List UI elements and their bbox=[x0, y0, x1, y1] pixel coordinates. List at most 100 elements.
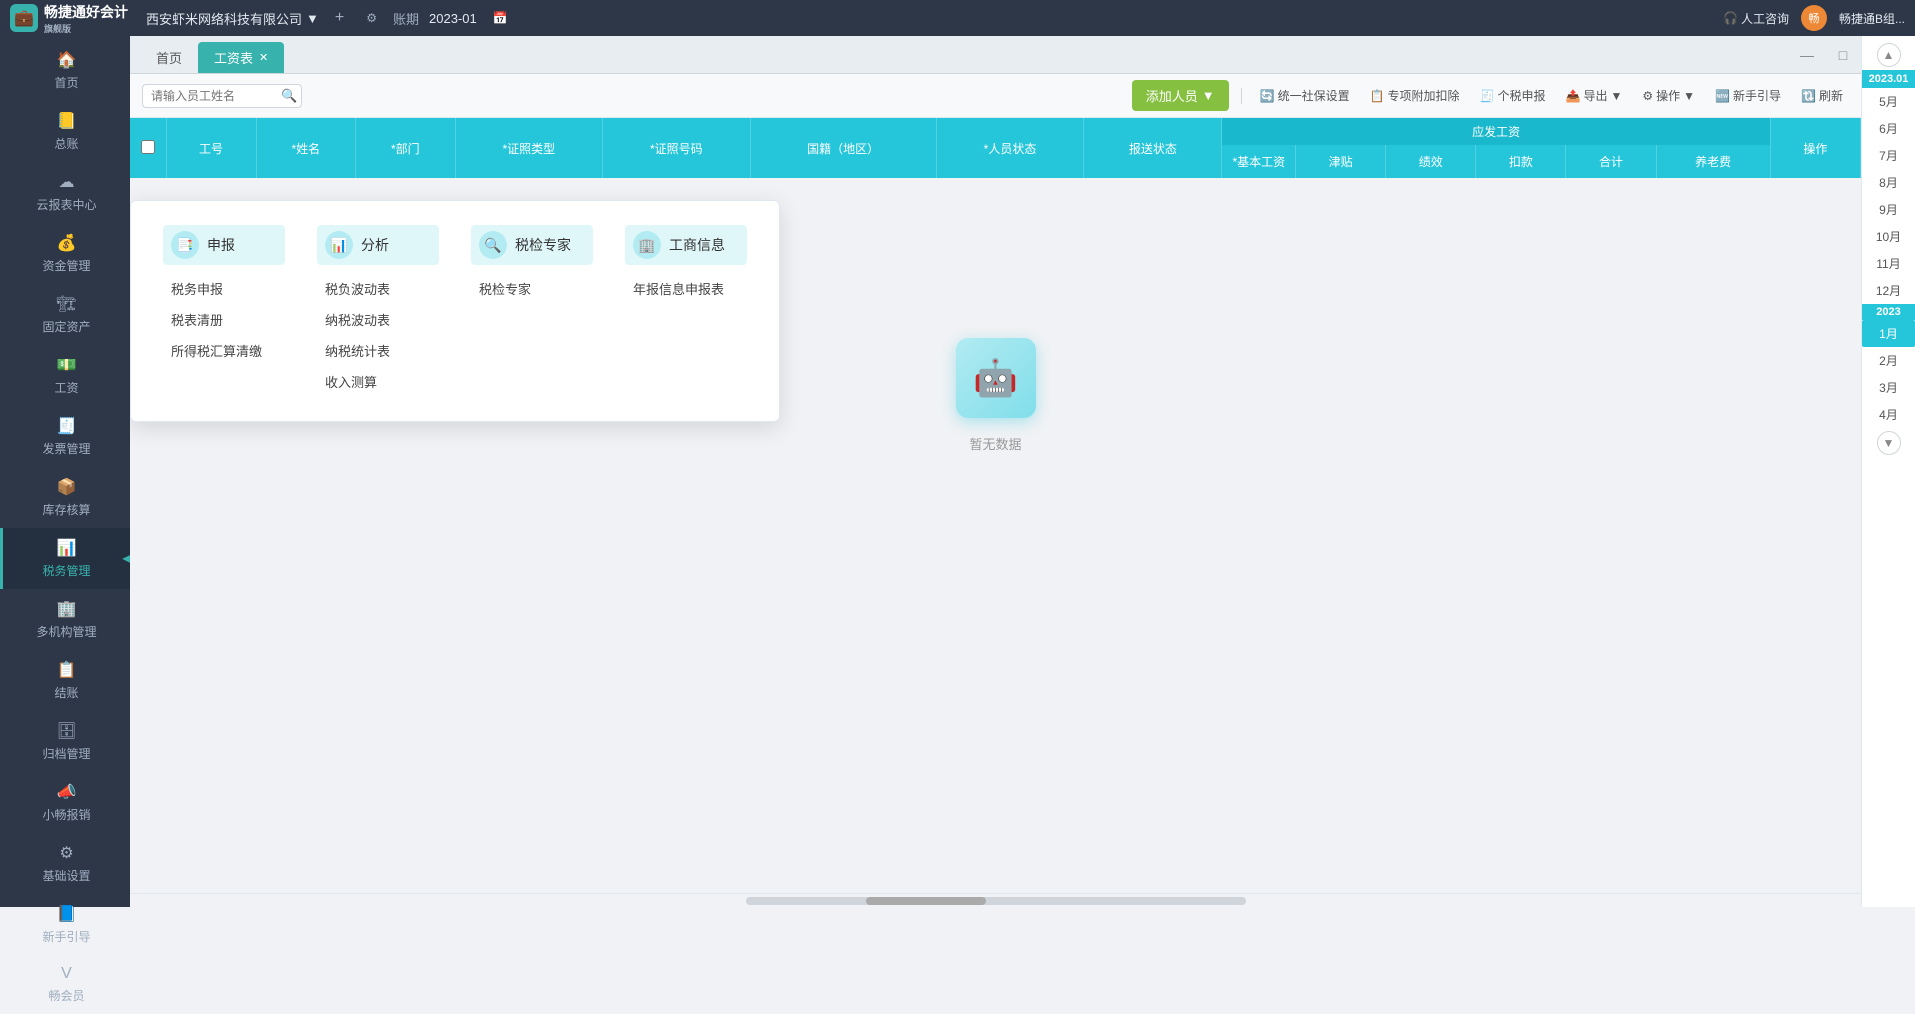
date-month-7[interactable]: 7月 bbox=[1862, 142, 1915, 169]
employee-table: 工号 *姓名 *部门 *证照类型 *证照号码 国籍（地区） *人员状态 报送状态… bbox=[130, 118, 1861, 178]
tab-salary[interactable]: 工资表 ✕ bbox=[198, 42, 284, 73]
popup-section-title-shenb: 📑 申报 bbox=[163, 225, 285, 265]
sidebar-item-archive[interactable]: 🗄 归档管理 bbox=[0, 711, 130, 772]
horizontal-scrollbar[interactable] bbox=[746, 897, 1246, 905]
date-nav-up[interactable]: ▲ bbox=[1877, 43, 1901, 67]
popup-item-tax-burden[interactable]: 税负波动表 bbox=[317, 273, 439, 304]
export-icon: 📤 bbox=[1566, 89, 1581, 103]
popup-item-tax-table[interactable]: 税表清册 bbox=[163, 304, 285, 335]
sidebar-item-label: 发票管理 bbox=[42, 440, 90, 457]
popup-item-tax-stats[interactable]: 纳税统计表 bbox=[317, 335, 439, 366]
sidebar-item-label: 云报表中心 bbox=[36, 196, 96, 213]
expense-icon: 📣 bbox=[57, 782, 77, 802]
deduction-label: 专项附加扣除 bbox=[1388, 87, 1460, 104]
select-all-checkbox[interactable] bbox=[141, 140, 155, 154]
consult-btn[interactable]: 🎧 人工咨询 bbox=[1723, 10, 1789, 27]
period-label: 账期 bbox=[393, 9, 419, 28]
user-avatar[interactable]: 畅 bbox=[1801, 5, 1827, 31]
popup-section-fenxi: 📊 分析 税负波动表 纳税波动表 纳税统计表 收入测算 bbox=[301, 217, 455, 405]
popup-section-title-gsxx: 🏢 工商信息 bbox=[625, 225, 747, 265]
deduction-icon: 📋 bbox=[1370, 89, 1385, 103]
date-month-5[interactable]: 5月 bbox=[1862, 88, 1915, 115]
date-month-9[interactable]: 9月 bbox=[1862, 196, 1915, 223]
scrollbar-thumb[interactable] bbox=[866, 897, 986, 905]
top-bar-right: 🎧 人工咨询 畅 畅捷通B组... bbox=[1723, 5, 1905, 31]
maximize-button[interactable]: □ bbox=[1825, 36, 1861, 74]
settings-button[interactable]: ⚙ bbox=[360, 7, 383, 29]
th-performance: 绩效 bbox=[1386, 145, 1476, 178]
th-deduction: 扣款 bbox=[1476, 145, 1566, 178]
year-label-2023: 2023 bbox=[1862, 304, 1915, 320]
sidebar-item-inventory[interactable]: 📦 库存核算 bbox=[0, 467, 130, 528]
minimize-button[interactable]: — bbox=[1789, 36, 1825, 74]
refresh-icon: 🔃 bbox=[1801, 89, 1816, 103]
export-button[interactable]: 📤 导出 ▼ bbox=[1560, 83, 1629, 108]
window-controls: — □ bbox=[1789, 36, 1861, 74]
date-month-11[interactable]: 11月 bbox=[1862, 250, 1915, 277]
main-layout: 🏠 首页 📒 总账 ☁ 云报表中心 💰 资金管理 🏗 固定资产 💵 工资 🧾 发… bbox=[0, 36, 1915, 907]
refresh-label: 刷新 bbox=[1819, 87, 1843, 104]
scrollbar-area bbox=[130, 893, 1861, 907]
operation-label: 操作 bbox=[1656, 87, 1680, 104]
th-region: 国籍（地区） bbox=[750, 118, 936, 178]
date-month-4[interactable]: 4月 bbox=[1862, 401, 1915, 428]
tab-home[interactable]: 首页 bbox=[140, 42, 198, 73]
sidebar-item-label: 资金管理 bbox=[42, 257, 90, 274]
assets-icon: 🏗 bbox=[56, 294, 76, 314]
calendar-button[interactable]: 📅 bbox=[487, 7, 514, 29]
date-month-1[interactable]: 1月 bbox=[1862, 320, 1915, 347]
sidebar-item-cloud[interactable]: ☁ 云报表中心 bbox=[0, 162, 130, 223]
date-month-10[interactable]: 10月 bbox=[1862, 223, 1915, 250]
logo-icon: 💼 bbox=[10, 4, 38, 32]
social-security-button[interactable]: 🔄 统一社保设置 bbox=[1254, 83, 1356, 108]
sidebar-item-ledger[interactable]: 📒 总账 bbox=[0, 101, 130, 162]
sidebar-item-member[interactable]: V 畅会员 bbox=[0, 955, 130, 1014]
sidebar-item-invoice[interactable]: 🧾 发票管理 bbox=[0, 406, 130, 467]
shenb-label: 申报 bbox=[207, 235, 235, 255]
popup-item-annual-report[interactable]: 年报信息申报表 bbox=[625, 273, 747, 304]
th-total: 合计 bbox=[1566, 145, 1656, 178]
tab-close-icon[interactable]: ✕ bbox=[259, 51, 268, 64]
company-selector[interactable]: 西安虾米网络科技有限公司 ▼ bbox=[146, 9, 319, 28]
date-month-12[interactable]: 12月 bbox=[1862, 277, 1915, 304]
guide-btn-icon: 🆕 bbox=[1715, 89, 1730, 103]
tax-management-dropdown: 📑 申报 税务申报 税表清册 所得税汇算清缴 📊 分析 税负波动表 纳税波动表 … bbox=[130, 200, 780, 422]
date-nav-down[interactable]: ▼ bbox=[1877, 431, 1901, 455]
popup-item-tax-payment[interactable]: 纳税波动表 bbox=[317, 304, 439, 335]
closing-icon: 📋 bbox=[57, 660, 77, 680]
add-employee-button[interactable]: 添加人员 ▼ bbox=[1132, 80, 1229, 111]
sidebar-item-closing[interactable]: 📋 结账 bbox=[0, 650, 130, 711]
sidebar-item-assets[interactable]: 🏗 固定资产 bbox=[0, 284, 130, 345]
sidebar-item-label: 结账 bbox=[54, 684, 78, 701]
th-checkbox bbox=[130, 118, 166, 178]
popup-item-income-tax[interactable]: 所得税汇算清缴 bbox=[163, 335, 285, 366]
deduction-button[interactable]: 📋 专项附加扣除 bbox=[1364, 83, 1466, 108]
date-month-2[interactable]: 2月 bbox=[1862, 347, 1915, 374]
refresh-button[interactable]: 🔃 刷新 bbox=[1795, 83, 1849, 108]
sidebar-item-guide[interactable]: 📘 新手引导 bbox=[0, 894, 130, 955]
member-icon: V bbox=[61, 965, 72, 983]
search-input[interactable] bbox=[151, 89, 281, 103]
operation-button[interactable]: ⚙ 操作 ▼ bbox=[1636, 83, 1701, 108]
date-month-3[interactable]: 3月 bbox=[1862, 374, 1915, 401]
th-pension: 养老费 bbox=[1656, 145, 1770, 178]
popup-item-tax-report[interactable]: 税务申报 bbox=[163, 273, 285, 304]
popup-item-income-calc[interactable]: 收入测算 bbox=[317, 366, 439, 397]
guide-button[interactable]: 🆕 新手引导 bbox=[1709, 83, 1787, 108]
sidebar-item-fund[interactable]: 💰 资金管理 bbox=[0, 223, 130, 284]
tax-report-button[interactable]: 🧾 个税申报 bbox=[1474, 83, 1552, 108]
add-company-button[interactable]: + bbox=[329, 5, 350, 31]
cloud-icon: ☁ bbox=[59, 172, 75, 192]
popup-item-tax-expert[interactable]: 税检专家 bbox=[471, 273, 593, 304]
tax-report-label: 个税申报 bbox=[1498, 87, 1546, 104]
date-month-6[interactable]: 6月 bbox=[1862, 115, 1915, 142]
operation-icon: ⚙ bbox=[1642, 89, 1653, 103]
sidebar-item-expense[interactable]: 📣 小畅报销 bbox=[0, 772, 130, 833]
sidebar-item-tax[interactable]: 📊 税务管理 ◀ bbox=[0, 528, 130, 589]
sidebar-item-home[interactable]: 🏠 首页 bbox=[0, 40, 130, 101]
date-month-8[interactable]: 8月 bbox=[1862, 169, 1915, 196]
sidebar-item-salary[interactable]: 💵 工资 bbox=[0, 345, 130, 406]
toolbar-divider bbox=[1241, 88, 1242, 104]
sidebar-item-settings[interactable]: ⚙ 基础设置 bbox=[0, 833, 130, 894]
sidebar-item-multi-org[interactable]: 🏢 多机构管理 bbox=[0, 589, 130, 650]
